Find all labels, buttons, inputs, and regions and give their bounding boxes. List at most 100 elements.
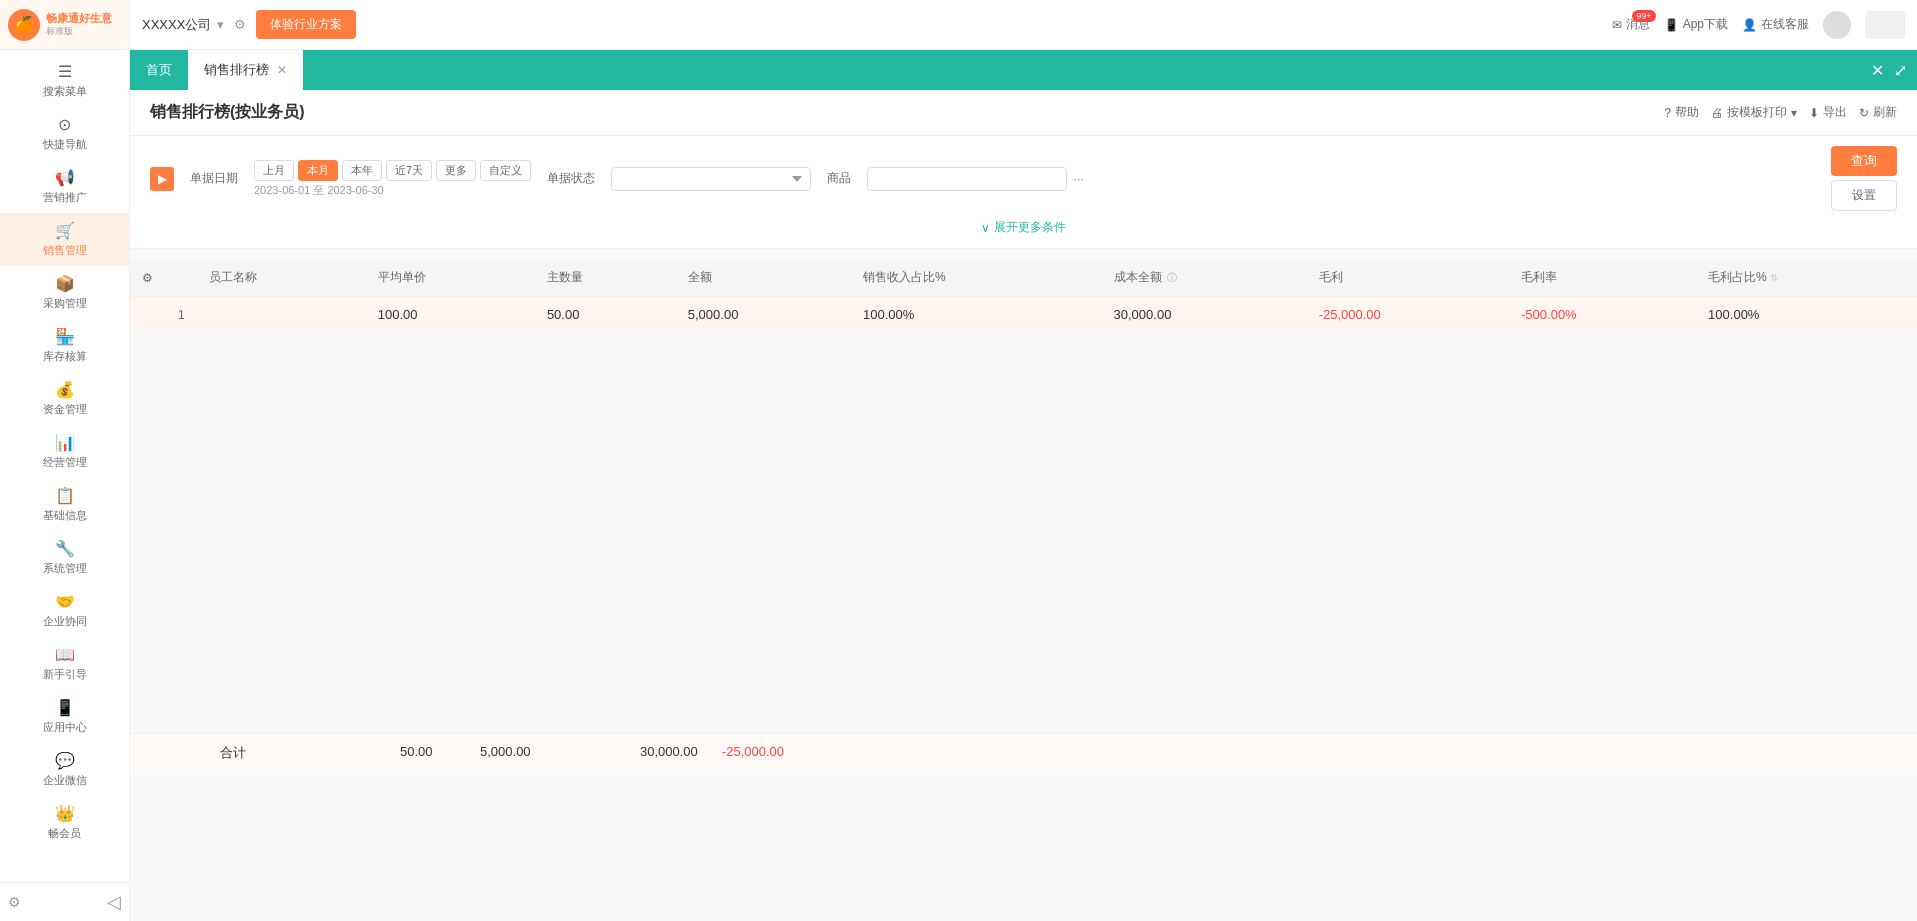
th-settings[interactable]: ⚙	[130, 259, 166, 297]
filter-toggle[interactable]: ▶	[150, 167, 174, 191]
help-icon: ?	[1664, 106, 1671, 120]
system-icon: 🔧	[55, 539, 75, 558]
th-profit: 毛利	[1307, 259, 1509, 297]
sidebar-item-appstore[interactable]: 📱应用中心	[0, 690, 129, 743]
expand-down-icon: ∨	[981, 221, 990, 235]
online-service-btn[interactable]: 👤 在线客服	[1742, 16, 1809, 33]
tab-sales-rank[interactable]: 销售排行榜 ✕	[188, 50, 303, 90]
sidebar-item-search[interactable]: ☰搜索菜单	[0, 54, 129, 107]
date-btn-本月[interactable]: 本月	[298, 160, 338, 181]
guide-icon: 📖	[55, 645, 75, 664]
company-name: XXXXX公司	[142, 16, 211, 34]
expand-more-btn[interactable]: ∨ 展开更多条件	[150, 211, 1897, 238]
sidebar-nav: ☰搜索菜单⊙快捷导航 📢 营销推广 🛒销售管理📦采购管理🏪库存核算 💰 资金管理 📊经营管理…	[0, 50, 129, 882]
goods-input[interactable]	[867, 167, 1067, 191]
tab-close-icon[interactable]: ✕	[277, 63, 287, 77]
footer-amount: 5,000.00	[468, 744, 548, 762]
sidebar-item-finance[interactable]: 💰 资金管理	[0, 372, 129, 425]
cell-rank-0: 1	[166, 297, 197, 333]
sidebar-item-system[interactable]: 🔧系统管理	[0, 531, 129, 584]
refresh-btn[interactable]: ↻ 刷新	[1859, 104, 1897, 121]
date-btn-更多[interactable]: 更多	[436, 160, 476, 181]
settings-btn[interactable]: 设置	[1831, 180, 1897, 211]
date-btn-上月[interactable]: 上月	[254, 160, 294, 181]
logo-area: 🍊 畅康通好生意 标准版	[0, 0, 129, 50]
help-btn[interactable]: ? 帮助	[1664, 104, 1699, 121]
sidebar-item-operations[interactable]: 📊经营管理	[0, 425, 129, 478]
sidebar-label-inventory: 库存核算	[43, 349, 87, 364]
footer-quantity: 50.00	[388, 744, 468, 762]
sidebar-item-sales[interactable]: 🛒销售管理	[0, 213, 129, 266]
industry-btn[interactable]: 体验行业方案	[256, 10, 356, 39]
th-cost: 成本全额 ⓘ	[1102, 259, 1307, 297]
cost-info-icon[interactable]: ⓘ	[1167, 272, 1177, 283]
search-icon: ☰	[58, 62, 72, 81]
expand-label: 展开更多条件	[994, 219, 1066, 236]
print-btn[interactable]: 🖨 按模板打印 ▾	[1711, 104, 1797, 121]
collapse-icon[interactable]: ◁	[107, 891, 121, 913]
cell-amount-0: 5,000.00	[676, 297, 851, 333]
sidebar-label-basic-info: 基础信息	[43, 508, 87, 523]
marketing-icon: 📢	[55, 168, 75, 187]
date-btn-近7天[interactable]: 近7天	[386, 160, 432, 181]
wechat-icon: 💬	[55, 751, 75, 770]
th-profit-rate: 毛利率	[1509, 259, 1696, 297]
table-container: ⚙ 员工名称 平均单价 主数量 全额 销售收入占比% 成本全额 ⓘ 毛利 毛利率…	[130, 259, 1917, 333]
date-btn-自定义[interactable]: 自定义	[480, 160, 531, 181]
page-header: 销售排行榜(按业务员) ? 帮助 🖨 按模板打印 ▾ ⬇ 导出 ↻ 刷新	[130, 90, 1917, 136]
th-name: 员工名称	[197, 259, 366, 297]
sidebar-label-finance: 资金管理	[43, 402, 87, 417]
page-content: 销售排行榜(按业务员) ? 帮助 🖨 按模板打印 ▾ ⬇ 导出 ↻ 刷新	[130, 90, 1917, 921]
service-label: 在线客服	[1761, 16, 1809, 33]
sidebar-item-inventory[interactable]: 🏪库存核算	[0, 319, 129, 372]
avatar[interactable]	[1823, 11, 1851, 39]
date-btns: 上月本月本年近7天更多自定义	[254, 160, 531, 181]
export-btn[interactable]: ⬇ 导出	[1809, 104, 1847, 121]
status-select[interactable]	[611, 167, 811, 191]
header-row: ⚙ 员工名称 平均单价 主数量 全额 销售收入占比% 成本全额 ⓘ 毛利 毛利率…	[130, 259, 1917, 297]
sidebar-footer: ⚙ ◁	[0, 882, 129, 921]
date-range: 2023-06-01 至 2023-06-30	[254, 183, 531, 198]
sidebar-item-guide[interactable]: 📖新手引导	[0, 637, 129, 690]
date-btn-本年[interactable]: 本年	[342, 160, 382, 181]
profit-pct-sort-icon[interactable]: ⇅	[1770, 272, 1778, 283]
company-selector[interactable]: XXXXX公司 ▾	[142, 16, 224, 34]
cell-profit-0: -25,000.00	[1307, 297, 1509, 333]
query-btn[interactable]: 查询	[1831, 146, 1897, 176]
maximize-icon[interactable]: ⤢	[1894, 61, 1907, 80]
finance-icon: 💰	[55, 380, 75, 399]
sidebar-item-quick-nav[interactable]: ⊙快捷导航	[0, 107, 129, 160]
settings-icon[interactable]: ⚙	[8, 894, 21, 910]
col-settings-icon[interactable]: ⚙	[142, 271, 153, 285]
settings-icon-topbar[interactable]: ⚙	[234, 17, 246, 32]
topbar-actions: ✉ 消息 99+ 📱 App下载 👤 在线客服	[1612, 11, 1905, 39]
cell-name-0	[197, 297, 366, 333]
sidebar-item-purchase[interactable]: 📦采购管理	[0, 266, 129, 319]
footer-cost: 30,000.00	[628, 744, 710, 762]
goods-more-icon[interactable]: ···	[1073, 171, 1084, 186]
sidebar-item-wechat[interactable]: 💬企业微信	[0, 743, 129, 796]
sidebar-item-basic-info[interactable]: 📋基础信息	[0, 478, 129, 531]
sidebar-item-enterprise[interactable]: 🤝企业协同	[0, 584, 129, 637]
app-icon: 📱	[1664, 18, 1679, 32]
footer-sales-pct	[548, 744, 628, 762]
th-rank	[166, 259, 197, 297]
home-label: 首页	[146, 61, 172, 79]
sales-icon: 🛒	[55, 221, 75, 240]
logo-icon: 🍊	[8, 9, 40, 41]
service-icon: 👤	[1742, 18, 1757, 32]
cell-avg-price-0: 100.00	[366, 297, 535, 333]
tab-home[interactable]: 首页	[130, 50, 188, 90]
message-btn[interactable]: ✉ 消息 99+	[1612, 16, 1650, 33]
tabbar: 首页 销售排行榜 ✕ ✕ ⤢	[130, 50, 1917, 90]
th-amount: 全额	[676, 259, 851, 297]
app-download-btn[interactable]: 📱 App下载	[1664, 16, 1728, 33]
filter-row: ▶ 单据日期 上月本月本年近7天更多自定义 2023-06-01 至 2023-…	[150, 146, 1897, 211]
topbar: XXXXX公司 ▾ ⚙ 体验行业方案 ✉ 消息 99+ 📱 App下载 👤 在线…	[130, 0, 1917, 50]
sidebar-label-marketing: 营销推广	[43, 190, 87, 205]
date-filter-label: 单据日期	[190, 170, 238, 187]
cell-profit-rate-0: -500.00%	[1509, 297, 1696, 333]
sidebar-item-member[interactable]: 👑畅会员	[0, 796, 129, 849]
close-window-icon[interactable]: ✕	[1871, 61, 1884, 80]
sidebar-item-marketing[interactable]: 📢 营销推广	[0, 160, 129, 213]
